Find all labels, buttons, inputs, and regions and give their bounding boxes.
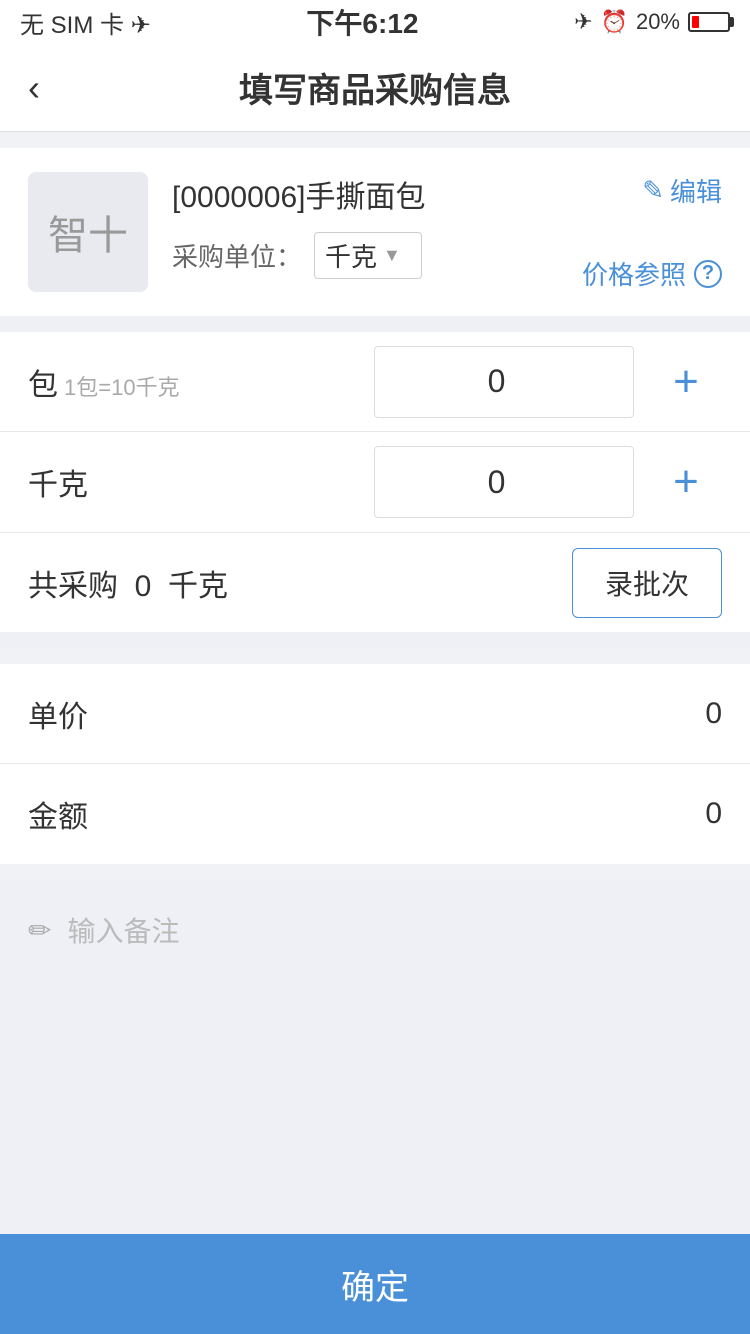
location-icon: ✈: [574, 9, 592, 35]
product-card: 智十 [0000006]手撕面包 采购单位： 千克 ▼ ✎ 编辑 价格参照 ?: [0, 148, 750, 316]
notes-section[interactable]: ✏ 输入备注: [0, 880, 750, 980]
status-left: 无 SIM 卡 ✈: [20, 5, 151, 40]
amount-row: 金额 0: [0, 764, 750, 864]
total-amount: 0: [135, 570, 152, 603]
amount-value: 0: [705, 797, 722, 831]
status-time: 下午6:12: [306, 2, 418, 42]
status-bar: 无 SIM 卡 ✈ 下午6:12 ✈ ⏰ 20%: [0, 0, 750, 44]
total-row: 共采购 0 千克 录批次: [0, 532, 750, 632]
product-name: [0000006]手撕面包: [172, 172, 722, 216]
input-section: 包1包=10千克 + 千克 +: [0, 332, 750, 532]
confirm-button[interactable]: 确定: [0, 1234, 750, 1334]
battery-percent: 20%: [636, 9, 680, 35]
section-divider-1: [0, 316, 750, 332]
kg-plus-button[interactable]: +: [650, 446, 722, 518]
edit-icon: ✎: [642, 175, 664, 206]
total-text: 共采购 0 千克: [28, 561, 228, 605]
page-title: 填写商品采购信息: [239, 63, 511, 112]
unit-select[interactable]: 千克 ▼: [314, 232, 422, 279]
bag-quantity-input[interactable]: [374, 346, 634, 418]
unit-dropdown-arrow: ▼: [383, 245, 401, 266]
unit-price-row: 单价 0: [0, 664, 750, 764]
price-ref-label: 价格参照: [582, 255, 686, 292]
kg-input-right: +: [188, 446, 722, 518]
price-ref-button[interactable]: 价格参照 ?: [582, 255, 722, 292]
edit-label: 编辑: [670, 172, 722, 209]
amount-label: 金额: [28, 792, 88, 836]
total-prefix: 共采购: [28, 570, 118, 603]
notes-icon: ✏: [28, 914, 51, 947]
price-ref-icon: ?: [694, 260, 722, 288]
sim-status: 无 SIM 卡 ✈: [20, 5, 151, 40]
product-logo: 智十: [48, 203, 128, 261]
back-button[interactable]: ‹: [28, 67, 40, 109]
unit-price-label: 单价: [28, 692, 88, 736]
bag-input-row: 包1包=10千克 +: [0, 332, 750, 432]
notes-placeholder: 输入备注: [67, 910, 179, 950]
bag-label: 包1包=10千克: [28, 360, 188, 404]
kg-input-row: 千克 +: [0, 432, 750, 532]
nav-bar: ‹ 填写商品采购信息: [0, 44, 750, 132]
alarm-icon: ⏰: [601, 9, 628, 35]
kg-label: 千克: [28, 460, 188, 504]
product-image: 智十: [28, 172, 148, 292]
section-divider-2: [0, 632, 750, 648]
kg-quantity-input[interactable]: [374, 446, 634, 518]
price-section: 单价 0 金额 0: [0, 664, 750, 864]
edit-button[interactable]: ✎ 编辑: [642, 172, 722, 209]
unit-price-value: 0: [705, 697, 722, 731]
status-right: ✈ ⏰ 20%: [574, 9, 730, 35]
bag-sublabel: 1包=10千克: [64, 375, 180, 400]
battery-icon: [688, 12, 730, 32]
unit-prefix-label: 采购单位：: [172, 237, 302, 274]
unit-value: 千克: [325, 237, 377, 274]
bag-plus-button[interactable]: +: [650, 346, 722, 418]
batch-button[interactable]: 录批次: [572, 548, 722, 618]
total-unit: 千克: [168, 570, 228, 603]
bag-input-right: +: [188, 346, 722, 418]
